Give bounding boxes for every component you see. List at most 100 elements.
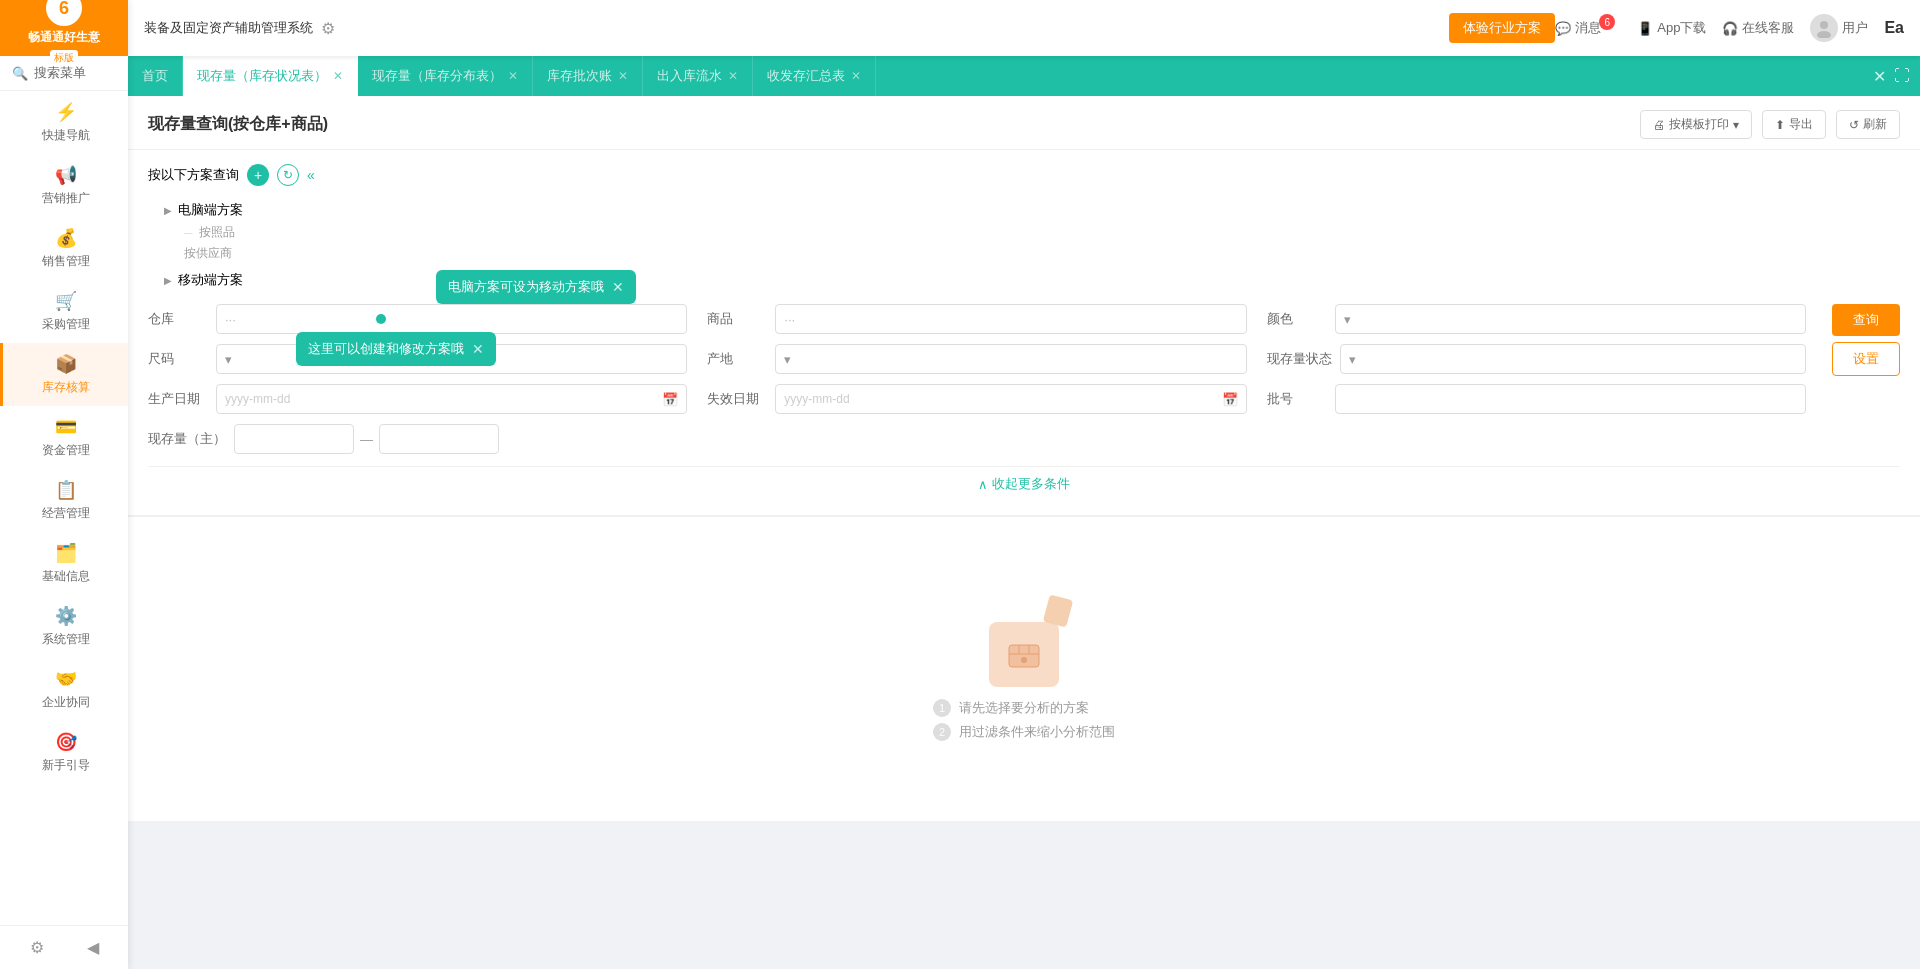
batch-input[interactable] [1335,384,1806,414]
reset-btn[interactable]: 设置 [1832,342,1900,376]
stock-qty-min[interactable] [234,424,354,454]
tab-inventory-status[interactable]: 现存量（库存状况表） ✕ [183,56,358,96]
refresh-btn[interactable]: ↺ 刷新 [1836,110,1900,139]
empty-box [989,622,1059,687]
sidebar-item-sales[interactable]: 💰 销售管理 [0,217,128,280]
inventory-icon: 📦 [55,353,77,375]
search-btn[interactable]: 查询 [1832,304,1900,336]
online-support-label: 在线客服 [1742,19,1794,37]
size-arrow: ▾ [225,352,232,367]
filter-goods: 商品 ··· [707,304,1246,334]
origin-select[interactable]: ▾ [775,344,1246,374]
sidebar-item-system[interactable]: ⚙️ 系统管理 [0,595,128,658]
tab-flow[interactable]: 出入库流水 ✕ [643,56,753,96]
print-btn[interactable]: 🖨 按模板打印 ▾ [1640,110,1752,139]
origin-arrow: ▾ [784,352,791,367]
action-buttons: 查询 设置 [1832,304,1900,376]
scheme-mobile[interactable]: ▶ 移动端方案 [164,268,1900,292]
tab-fullscreen-icon[interactable]: ⛶ [1894,67,1910,85]
guide-icon: 🎯 [55,731,77,753]
produce-date-placeholder: yyyy-mm-dd [225,392,290,406]
pc-scheme-label: 电脑端方案 [178,201,243,219]
quicknav-icon: ⚡ [55,101,77,123]
sidebar-settings-icon[interactable]: ⚙ [30,938,44,957]
tooltip2-close[interactable]: ✕ [472,341,484,357]
system-name: 装备及固定资产辅助管理系统 [144,19,313,37]
results-area: 1 请先选择要分析的方案 2 用过滤条件来缩小分析范围 [128,516,1920,821]
topbar-right: 💬 消息 6 📱 App下载 🎧 在线客服 用户 Ea [1555,14,1904,42]
phone-icon: 📱 [1637,21,1653,36]
tab-close-all-icon[interactable]: ✕ [1873,67,1886,86]
tab-flow-close[interactable]: ✕ [728,69,738,83]
search-menu-item[interactable]: 🔍 搜索菜单 [0,56,128,91]
sidebar-item-finance-label: 资金管理 [42,442,90,459]
filter-row4: 现存量（主） — [148,424,1806,454]
tab-summary[interactable]: 收发存汇总表 ✕ [753,56,876,96]
scheme-pc-subitem2: 按供应商 [184,243,1900,264]
sidebar-item-guide[interactable]: 🎯 新手引导 [0,721,128,784]
goods-dots: ··· [784,312,795,327]
filter-refresh-btn[interactable]: ↻ [277,164,299,186]
filter-batch: 批号 [1267,384,1806,414]
page-title: 现存量查询(按仓库+商品) [148,114,328,135]
collapse-btn[interactable]: ∧ 收起更多条件 [148,466,1900,501]
refresh-btn-label: 刷新 [1863,116,1887,133]
ea-text: Ea [1884,19,1904,37]
tab-batch-close[interactable]: ✕ [618,69,628,83]
batch-label: 批号 [1267,390,1327,408]
sidebar-item-operations[interactable]: 📋 经营管理 [0,469,128,532]
settings-icon[interactable]: ⚙ [321,19,335,38]
pc-scheme-arrow: ▶ [164,205,172,216]
sidebar-item-quicknav[interactable]: ⚡ 快捷导航 [0,91,128,154]
headset-icon: 🎧 [1722,21,1738,36]
tab-batch[interactable]: 库存批次账 ✕ [533,56,643,96]
color-select[interactable]: ▾ [1335,304,1806,334]
content-area: 现存量查询(按仓库+商品) 🖨 按模板打印 ▾ ⬆ 导出 ↺ 刷新 [128,96,1920,821]
empty-text: 1 请先选择要分析的方案 2 用过滤条件来缩小分析范围 [933,699,1115,741]
export-btn[interactable]: ⬆ 导出 [1762,110,1826,139]
filter-label: 按以下方案查询 [148,166,239,184]
sidebar-item-purchase[interactable]: 🛒 采购管理 [0,280,128,343]
goods-label: 商品 [707,310,767,328]
system-icon: ⚙️ [55,605,77,627]
mobile-scheme-arrow: ▶ [164,275,172,286]
scheme-pc-sub[interactable]: ─ 按照品 [184,222,1900,243]
sidebar-item-basic-info[interactable]: 🗂️ 基础信息 [0,532,128,595]
sidebar-item-marketing[interactable]: 📢 营销推广 [0,154,128,217]
warehouse-select[interactable]: ··· [216,304,687,334]
online-support-item[interactable]: 🎧 在线客服 [1722,19,1794,37]
stock-status-select[interactable]: ▾ [1340,344,1806,374]
sidebar-item-finance[interactable]: 💳 资金管理 [0,406,128,469]
stock-qty-max[interactable] [379,424,499,454]
tab-inventory-dist[interactable]: 现存量（库存分布表） ✕ [358,56,533,96]
message-icon: 💬 [1555,21,1571,36]
sidebar-item-inventory[interactable]: 📦 库存核算 [0,343,128,406]
expire-date-input[interactable]: yyyy-mm-dd 📅 [775,384,1246,414]
user-item[interactable]: 用户 [1810,14,1868,42]
sidebar-item-basic-info-label: 基础信息 [42,568,90,585]
sidebar-item-purchase-label: 采购管理 [42,316,90,333]
tab-inventory-dist-close[interactable]: ✕ [508,69,518,83]
filter-warehouse: 仓库 ··· [148,304,687,334]
step1-num: 1 [933,699,951,717]
app-download-item[interactable]: 📱 App下载 [1637,19,1706,37]
scheme-pc[interactable]: ▶ 电脑端方案 [164,198,1900,222]
tab-summary-close[interactable]: ✕ [851,69,861,83]
industry-btn[interactable]: 体验行业方案 [1449,13,1555,43]
tab-home[interactable]: 首页 [128,56,183,96]
tooltip1-close[interactable]: ✕ [612,279,624,295]
tooltip-pc-scheme: 电脑方案可设为移动方案哦 ✕ [436,270,636,304]
filter-arrow-btn[interactable]: « [307,167,315,183]
scheme-tree: ▶ 电脑端方案 ─ 按照品 按供应商 ▶ 移动端方案 [164,198,1900,292]
filter-add-btn[interactable]: + [247,164,269,186]
topbar: 装备及固定资产辅助管理系统 ⚙ 体验行业方案 💬 消息 6 📱 App下载 🎧 … [128,0,1920,56]
tab-inventory-status-close[interactable]: ✕ [333,69,343,83]
goods-select[interactable]: ··· [775,304,1246,334]
produce-date-input[interactable]: yyyy-mm-dd 📅 [216,384,687,414]
size-label: 尺码 [148,350,208,368]
message-item[interactable]: 💬 消息 6 [1555,19,1621,37]
sidebar-item-enterprise[interactable]: 🤝 企业协同 [0,658,128,721]
app-download-label: App下载 [1657,19,1706,37]
svg-point-1 [1817,31,1831,38]
sidebar-collapse-icon[interactable]: ◀ [87,938,99,957]
